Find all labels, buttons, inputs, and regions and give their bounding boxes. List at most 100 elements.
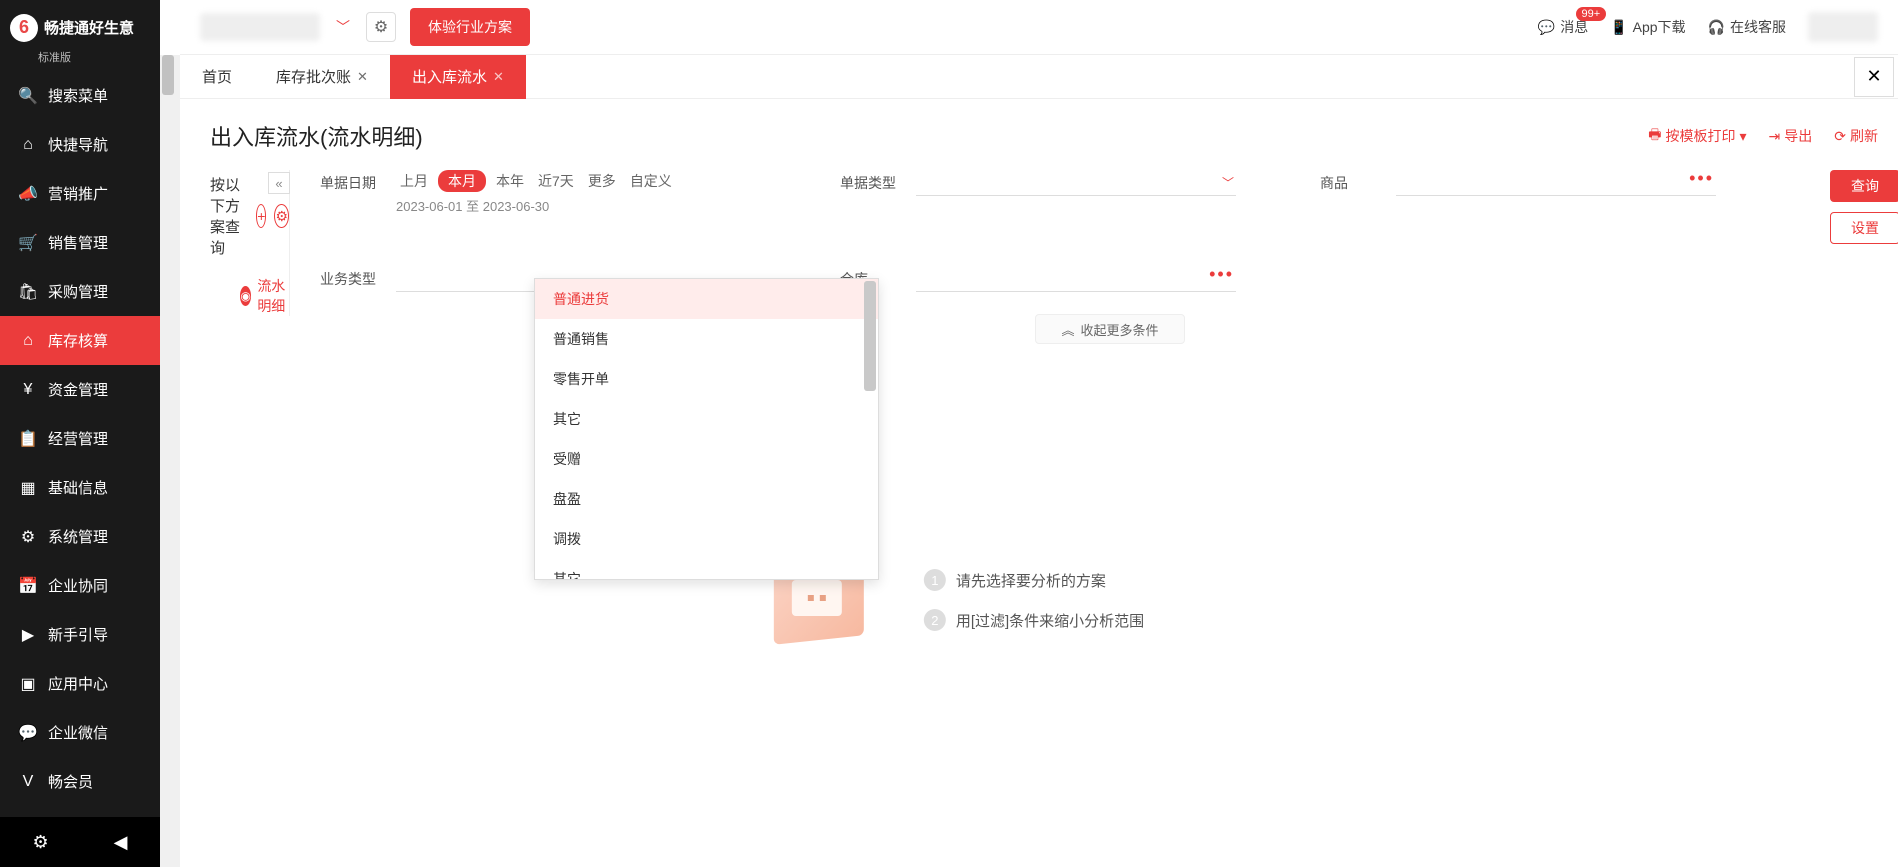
nav-item-12[interactable]: ▣应用中心 bbox=[0, 659, 160, 708]
date-tag-近7天[interactable]: 近7天 bbox=[534, 170, 578, 192]
tab-label: 库存批次账 bbox=[276, 66, 351, 87]
play-icon: ▶ bbox=[18, 625, 38, 645]
brand-edition: 标准版 bbox=[38, 49, 160, 65]
messages-link[interactable]: 💬 消息 99+ bbox=[1538, 17, 1588, 37]
nav-item-8[interactable]: ▦基础信息 bbox=[0, 463, 160, 512]
online-service-label: 在线客服 bbox=[1730, 17, 1786, 37]
filter-settings-button[interactable]: 设置 bbox=[1830, 212, 1898, 244]
app-download-label: App下载 bbox=[1633, 17, 1686, 37]
nav-item-11[interactable]: ▶新手引导 bbox=[0, 610, 160, 659]
settings-icon[interactable]: ⚙ bbox=[33, 832, 49, 853]
nav-label: 系统管理 bbox=[48, 526, 108, 547]
nav-item-7[interactable]: 📋经营管理 bbox=[0, 414, 160, 463]
close-icon[interactable]: ✕ bbox=[493, 69, 504, 85]
nav-item-13[interactable]: 💬企业微信 bbox=[0, 708, 160, 757]
date-tag-更多[interactable]: 更多 bbox=[584, 170, 620, 192]
page-title-row: 出入库流水(流水明细) 🖶 按模板打印 ▾ ⇥ 导出 ⟳ 刷新 bbox=[210, 120, 1878, 152]
biz-type-dropdown: 普通进货普通销售零售开单其它受赠盘盈调拨其它 bbox=[534, 278, 879, 580]
biz-type-option[interactable]: 普通进货 bbox=[535, 279, 878, 319]
nav-label: 畅会员 bbox=[48, 771, 93, 792]
experience-button[interactable]: 体验行业方案 bbox=[410, 8, 530, 46]
dropdown-scrollbar[interactable] bbox=[864, 281, 876, 391]
filter-grid: 单据日期 上月本月本年近7天更多自定义 2023-06-01 至 2023-06… bbox=[290, 170, 1898, 344]
scheme-item-flow-detail[interactable]: ◉ 流水明细 bbox=[240, 276, 289, 316]
biz-type-option[interactable]: 其它 bbox=[535, 559, 878, 579]
nav-item-2[interactable]: 📣营销推广 bbox=[0, 169, 160, 218]
vip-icon: V bbox=[18, 772, 38, 792]
nav-item-10[interactable]: 📅企业协同 bbox=[0, 561, 160, 610]
nav-label: 库存核算 bbox=[48, 330, 108, 351]
collapse-sidebar-icon[interactable]: ◀ bbox=[114, 832, 128, 853]
collapse-more-label: 收起更多条件 bbox=[1081, 320, 1159, 339]
nav-item-9[interactable]: ⚙系统管理 bbox=[0, 512, 160, 561]
nav-label: 营销推广 bbox=[48, 183, 108, 204]
filter-actions: 查询 设置 bbox=[1800, 170, 1898, 244]
empty-steps: 1 请先选择要分析的方案 2 用[过滤]条件来缩小分析范围 bbox=[924, 569, 1144, 631]
tab-2[interactable]: 出入库流水 ✕ bbox=[390, 55, 526, 99]
doc-type-label: 单据类型 bbox=[840, 170, 904, 193]
nav-item-4[interactable]: 🛍采购管理 bbox=[0, 267, 160, 316]
query-button[interactable]: 查询 bbox=[1830, 170, 1898, 202]
nav-item-3[interactable]: 🛒销售管理 bbox=[0, 218, 160, 267]
biz-type-option[interactable]: 受赠 bbox=[535, 439, 878, 479]
filter-doc-type: 单据类型 ﹀ bbox=[840, 170, 1260, 196]
add-scheme-button[interactable]: + bbox=[256, 204, 266, 228]
brand-name: 畅捷通好生意 bbox=[44, 17, 134, 38]
online-service-link[interactable]: 🎧 在线客服 bbox=[1708, 17, 1786, 37]
biz-type-option[interactable]: 零售开单 bbox=[535, 359, 878, 399]
refresh-label: 刷新 bbox=[1850, 126, 1878, 146]
date-tag-本年[interactable]: 本年 bbox=[492, 170, 528, 192]
empty-step-2: 2 用[过滤]条件来缩小分析范围 bbox=[924, 609, 1144, 631]
refresh-button[interactable]: ⟳ 刷新 bbox=[1834, 124, 1878, 148]
nav-label: 经营管理 bbox=[48, 428, 108, 449]
close-icon[interactable]: ✕ bbox=[357, 69, 368, 85]
biz-type-option[interactable]: 其它 bbox=[535, 399, 878, 439]
user-avatar-blurred[interactable] bbox=[1808, 12, 1878, 42]
step-number: 1 bbox=[924, 569, 946, 591]
company-name-blurred[interactable] bbox=[200, 13, 320, 41]
date-tag-本月[interactable]: 本月 bbox=[438, 170, 486, 192]
biz-type-option[interactable]: 盘盈 bbox=[535, 479, 878, 519]
chevron-down-icon: ﹀ bbox=[1222, 174, 1234, 191]
header-right: 💬 消息 99+ 📱 App下载 🎧 在线客服 bbox=[1538, 12, 1878, 42]
filter-panel: 按以下方案查询 + ⚙ « ◉ 流水明细 单据日期 上月本月本年近7天更多自定义… bbox=[210, 170, 1878, 344]
biz-type-option[interactable]: 普通销售 bbox=[535, 319, 878, 359]
close-all-tabs-button[interactable]: ✕ bbox=[1854, 57, 1894, 97]
doc-date-label: 单据日期 bbox=[320, 170, 384, 193]
biz-type-option[interactable]: 调拨 bbox=[535, 519, 878, 559]
export-button[interactable]: ⇥ 导出 bbox=[1769, 124, 1813, 148]
date-range-text: 2023-06-01 至 2023-06-30 bbox=[396, 196, 676, 215]
filter-warehouse: 仓库 ••• bbox=[840, 266, 1260, 292]
tab-label: 出入库流水 bbox=[412, 66, 487, 87]
nav-item-1[interactable]: ⌂快捷导航 bbox=[0, 120, 160, 169]
app-download-link[interactable]: 📱 App下载 bbox=[1610, 17, 1685, 37]
doc-type-input[interactable]: ﹀ bbox=[916, 170, 1236, 196]
page-actions: 🖶 按模板打印 ▾ ⇥ 导出 ⟳ 刷新 bbox=[1648, 124, 1878, 148]
warehouse-input[interactable]: ••• bbox=[916, 266, 1236, 292]
scheme-settings-button[interactable]: ⚙ bbox=[274, 204, 289, 228]
nav-item-5[interactable]: ⌂ 库存核算 bbox=[0, 316, 160, 365]
nav-item-6[interactable]: ¥资金管理 bbox=[0, 365, 160, 414]
tab-0[interactable]: 首页 bbox=[180, 55, 254, 99]
nav-item-14[interactable]: V 畅会员 bbox=[0, 757, 160, 806]
warehouse-icon: ⌂ bbox=[18, 331, 38, 351]
top-header: ﹀ ⚙ 体验行业方案 💬 消息 99+ 📱 App下载 🎧 在线客服 bbox=[180, 0, 1898, 55]
collapse-more-button[interactable]: ︽ 收起更多条件 bbox=[1035, 314, 1185, 344]
export-label: 导出 bbox=[1784, 126, 1812, 146]
print-button[interactable]: 🖶 按模板打印 ▾ bbox=[1648, 124, 1746, 148]
tab-1[interactable]: 库存批次账 ✕ bbox=[254, 55, 390, 99]
sidebar-scroll-thumb[interactable] bbox=[162, 55, 174, 95]
nav-item-0[interactable]: 🔍搜索菜单 bbox=[0, 71, 160, 120]
company-switch-icon[interactable]: ﹀ bbox=[336, 17, 350, 37]
date-tag-上月[interactable]: 上月 bbox=[396, 170, 432, 192]
sidebar-scrollbar[interactable] bbox=[160, 55, 180, 867]
goods-input[interactable]: ••• bbox=[1396, 170, 1716, 196]
headset-icon: 🎧 bbox=[1708, 19, 1725, 36]
collapse-scheme-button[interactable]: « bbox=[268, 172, 290, 194]
header-settings-button[interactable]: ⚙ bbox=[366, 12, 396, 42]
chevron-up-icon: ︽ bbox=[1062, 320, 1075, 339]
date-tag-自定义[interactable]: 自定义 bbox=[626, 170, 676, 192]
page-title: 出入库流水(流水明细) bbox=[210, 120, 423, 152]
print-label: 按模板打印 bbox=[1666, 126, 1736, 146]
filter-goods: 商品 ••• bbox=[1320, 170, 1740, 196]
